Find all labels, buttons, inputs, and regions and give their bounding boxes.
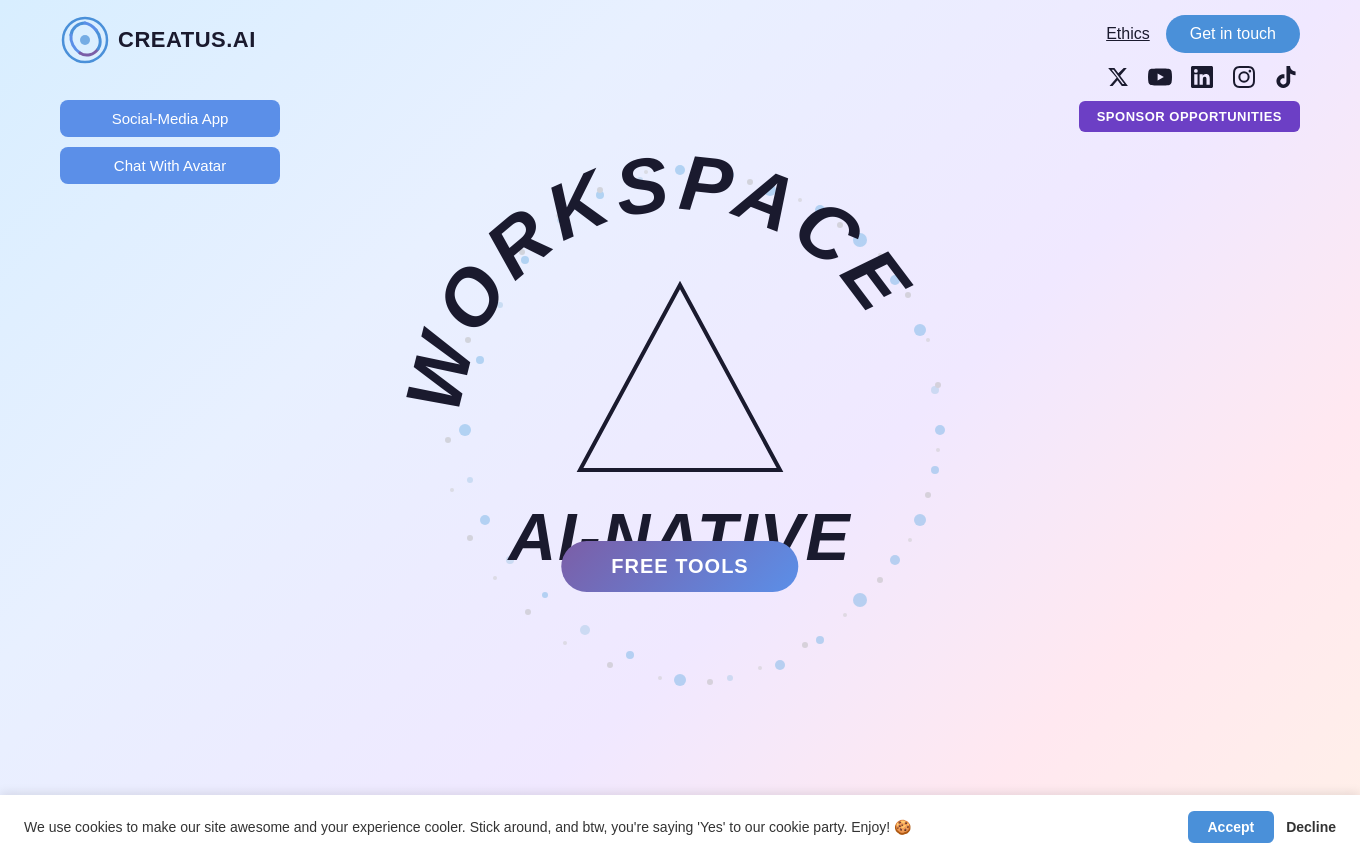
svg-point-46: [758, 666, 762, 670]
svg-point-53: [467, 535, 473, 541]
svg-point-29: [775, 660, 785, 670]
workspace-circle: WORKSPACE AI-NATIVE FREE TOOLS: [390, 140, 970, 720]
svg-point-17: [935, 425, 945, 435]
svg-point-16: [459, 424, 471, 436]
svg-point-19: [931, 466, 939, 474]
svg-marker-64: [580, 285, 780, 470]
svg-point-45: [802, 642, 808, 648]
svg-point-54: [450, 488, 454, 492]
svg-point-28: [626, 651, 634, 659]
svg-point-55: [445, 437, 451, 443]
svg-point-44: [843, 613, 847, 617]
header: CREATUS.AI Ethics Get in touch: [0, 0, 1360, 80]
svg-point-48: [658, 676, 662, 680]
header-right: Ethics Get in touch: [1079, 15, 1300, 132]
svg-point-23: [890, 555, 900, 565]
sidebar-buttons: Social-Media App Chat With Avatar: [60, 100, 280, 184]
logo[interactable]: CREATUS.AI: [60, 15, 256, 65]
svg-point-25: [853, 593, 867, 607]
sponsor-opportunities-button[interactable]: SPONSOR OPPORTUNITIES: [1079, 101, 1300, 132]
svg-point-18: [467, 477, 473, 483]
social-media-app-button[interactable]: Social-Media App: [60, 100, 280, 137]
header-top-row: Ethics Get in touch: [1106, 15, 1300, 53]
cookie-buttons: Accept Decline: [1188, 811, 1337, 843]
svg-point-26: [580, 625, 590, 635]
svg-point-50: [563, 641, 567, 645]
svg-point-43: [877, 577, 883, 583]
svg-point-39: [935, 382, 941, 388]
logo-text: CREATUS.AI: [118, 27, 256, 53]
svg-point-31: [727, 675, 733, 681]
svg-point-41: [925, 492, 931, 498]
x-twitter-icon[interactable]: [1104, 63, 1132, 91]
svg-point-13: [914, 324, 926, 336]
svg-point-38: [926, 338, 930, 342]
svg-point-27: [816, 636, 824, 644]
svg-point-21: [914, 514, 926, 526]
cookie-message: We use cookies to make our site awesome …: [24, 819, 1168, 835]
svg-point-47: [707, 679, 713, 685]
accept-button[interactable]: Accept: [1188, 811, 1275, 843]
main-content: WORKSPACE AI-NATIVE FREE TOOLS: [390, 140, 970, 720]
tiktok-icon[interactable]: [1272, 63, 1300, 91]
svg-point-30: [674, 674, 686, 686]
logo-icon: [60, 15, 110, 65]
youtube-icon[interactable]: [1146, 63, 1174, 91]
svg-point-52: [493, 576, 497, 580]
cookie-banner: We use cookies to make our site awesome …: [0, 795, 1360, 859]
svg-point-1: [80, 35, 90, 45]
svg-point-42: [908, 538, 912, 542]
linkedin-icon[interactable]: [1188, 63, 1216, 91]
svg-point-24: [542, 592, 548, 598]
svg-point-49: [607, 662, 613, 668]
svg-text:WORKSPACE: WORKSPACE: [390, 140, 930, 420]
workspace-graphic: WORKSPACE AI-NATIVE: [390, 140, 970, 720]
get-in-touch-button[interactable]: Get in touch: [1166, 15, 1300, 53]
free-tools-button[interactable]: FREE TOOLS: [561, 541, 798, 592]
svg-point-51: [525, 609, 531, 615]
instagram-icon[interactable]: [1230, 63, 1258, 91]
social-icons-row: [1104, 63, 1300, 91]
decline-button[interactable]: Decline: [1286, 811, 1336, 843]
svg-point-20: [480, 515, 490, 525]
chat-with-avatar-button[interactable]: Chat With Avatar: [60, 147, 280, 184]
svg-point-40: [936, 448, 940, 452]
ethics-link[interactable]: Ethics: [1106, 25, 1150, 43]
